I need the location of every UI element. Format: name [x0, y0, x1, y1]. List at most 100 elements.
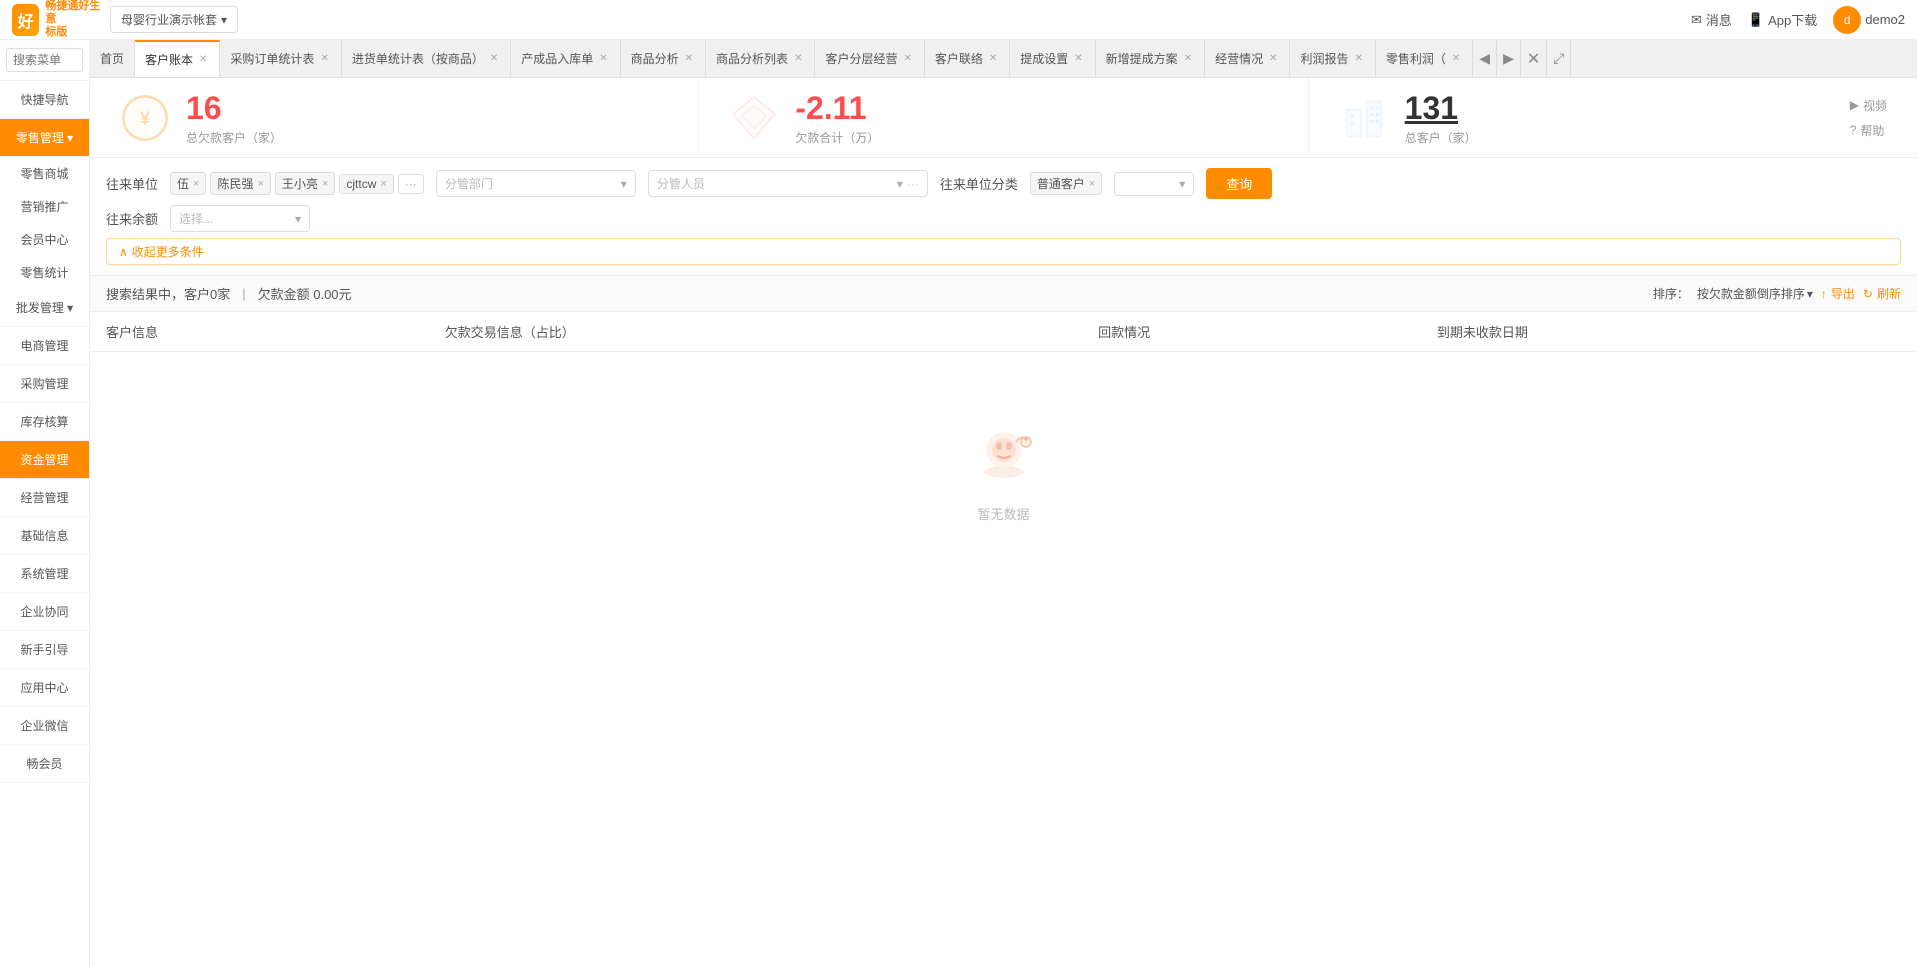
stat-total-customers-info: 131 总客户（家）: [1405, 90, 1477, 146]
search-menu-input[interactable]: [6, 48, 83, 72]
tab-close-product-analysis[interactable]: ✕: [683, 52, 695, 65]
remove-cjttcw-btn[interactable]: ×: [380, 178, 386, 190]
tab-close-promotion-settings[interactable]: ✕: [1072, 52, 1084, 65]
sidebar-item-capital-mgmt[interactable]: 资金管理: [0, 441, 89, 479]
collapse-btn[interactable]: ∧ 收起更多条件: [106, 238, 1901, 265]
app-download-btn[interactable]: 📱 App下载: [1748, 10, 1817, 29]
sidebar-item-retail-mgmt[interactable]: 零售管理 ▾: [0, 119, 89, 157]
refresh-btn[interactable]: ↻ 刷新: [1863, 285, 1901, 302]
chevron-up-icon: ∧: [119, 245, 128, 259]
help-btn[interactable]: ? 帮助: [1850, 122, 1887, 139]
main-layout: 快捷导航 零售管理 ▾ 零售商城 营销推广 会员中心 零售统计 批发管理 ▾ 电…: [0, 40, 1917, 966]
sidebar-item-member-center[interactable]: 会员中心: [0, 223, 89, 256]
tab-operations[interactable]: 经营情况 ✕: [1205, 40, 1290, 78]
result-sort: 排序： 按欠款金额倒序排序 ▾ ↑ 导出 ↻ 刷新: [1653, 285, 1901, 302]
tab-product-analysis-list[interactable]: 商品分析列表 ✕: [706, 40, 815, 78]
category-tag-normal: 普通客户 ×: [1030, 172, 1102, 195]
unit-filter-label: 往来单位: [106, 174, 158, 193]
sidebar-item-system-mgmt[interactable]: 系统管理: [0, 555, 89, 593]
more-unit-tags-btn[interactable]: ···: [398, 174, 424, 194]
svg-text:¥: ¥: [140, 107, 151, 128]
tab-close-all[interactable]: ✕: [1521, 40, 1547, 78]
sidebar-item-operations-mgmt[interactable]: 经营管理: [0, 479, 89, 517]
chevron-down-icon: ▾: [221, 13, 227, 27]
sidebar-item-marketing[interactable]: 营销推广: [0, 190, 89, 223]
tab-home[interactable]: 首页: [90, 40, 135, 78]
tab-product-inbound[interactable]: 产成品入库单 ✕: [511, 40, 620, 78]
tab-purchase-order-stats[interactable]: 采购订单统计表 ✕: [220, 40, 341, 78]
play-icon: ▶: [1850, 98, 1859, 112]
refresh-icon: ↻: [1863, 287, 1873, 301]
sidebar-item-inventory-check[interactable]: 库存核算: [0, 403, 89, 441]
tab-close-profit-report[interactable]: ✕: [1353, 52, 1365, 65]
collapse-area: ∧ 收起更多条件: [106, 238, 1901, 265]
query-button[interactable]: 查询: [1206, 168, 1272, 199]
sidebar-item-app-center[interactable]: 应用中心: [0, 669, 89, 707]
person-filter-select[interactable]: 分管人员 ▾ ···: [648, 170, 928, 197]
tab-customer-accounts[interactable]: 客户账本 ✕: [135, 40, 220, 78]
stat-total-customers-value: 131: [1405, 90, 1477, 127]
sidebar-item-wholesale-mgmt[interactable]: 批发管理 ▾: [0, 289, 89, 327]
sort-select[interactable]: 按欠款金额倒序排序 ▾: [1697, 285, 1813, 302]
unit-tag-wu: 伍 ×: [170, 172, 206, 195]
video-help-btn[interactable]: ▶ 视频: [1850, 97, 1887, 114]
sidebar-item-enterprise-coop[interactable]: 企业协同: [0, 593, 89, 631]
export-btn[interactable]: ↑ 导出: [1821, 285, 1855, 302]
tab-close-purchase-order-stats[interactable]: ✕: [318, 52, 330, 65]
sidebar-item-member[interactable]: 畅会员: [0, 745, 89, 783]
stat-overdue-customers-value: 16: [186, 90, 282, 127]
col-repayment-status: 回款情况: [1082, 312, 1421, 352]
sidebar-item-quick-nav[interactable]: 快捷导航: [0, 81, 89, 119]
result-info-bar: 搜索结果中，客户0家 | 欠款金额 0.00元 排序： 按欠款金额倒序排序 ▾ …: [90, 276, 1917, 312]
tab-profit-report[interactable]: 利润报告 ✕: [1290, 40, 1375, 78]
remove-chen-btn[interactable]: ×: [257, 178, 263, 190]
unit-filter-tags: 伍 × 陈民强 × 王小亮 ×: [170, 172, 424, 195]
tab-customer-contact[interactable]: 客户联络 ✕: [925, 40, 1010, 78]
remove-normal-customer-btn[interactable]: ×: [1089, 178, 1095, 190]
tab-product-analysis[interactable]: 商品分析 ✕: [621, 40, 706, 78]
top-bar: 好 畅捷通好生意 标版 母婴行业演示帐套 ▾ ✉ 消息 📱 App下载 d de…: [0, 0, 1917, 40]
result-count-text: 搜索结果中，客户0家: [106, 284, 230, 303]
sidebar: 快捷导航 零售管理 ▾ 零售商城 营销推广 会员中心 零售统计 批发管理 ▾ 电…: [0, 40, 90, 966]
message-btn[interactable]: ✉ 消息: [1691, 10, 1732, 29]
tab-close-new-promotion-plan[interactable]: ✕: [1182, 52, 1194, 65]
tab-close-inbound-stats[interactable]: ✕: [488, 52, 500, 65]
tab-fullscreen[interactable]: ⤢: [1547, 40, 1571, 78]
stat-overdue-amount-info: -2.11 欠款合计（万）: [795, 90, 879, 146]
sidebar-item-retail-stats[interactable]: 零售统计: [0, 256, 89, 289]
tab-customer-tier[interactable]: 客户分层经营 ✕: [815, 40, 924, 78]
tab-close-operations[interactable]: ✕: [1267, 52, 1279, 65]
category-filter-select[interactable]: ▾: [1114, 172, 1194, 196]
tab-close-customer-contact[interactable]: ✕: [987, 52, 999, 65]
tab-retail-profit[interactable]: 零售利润（ ✕: [1376, 40, 1473, 78]
tab-close-product-analysis-list[interactable]: ✕: [792, 52, 804, 65]
sidebar-item-new-guide[interactable]: 新手引导: [0, 631, 89, 669]
tab-promotion-settings[interactable]: 提成设置 ✕: [1010, 40, 1095, 78]
tab-close-customer-accounts[interactable]: ✕: [197, 53, 209, 66]
user-menu[interactable]: d demo2: [1833, 6, 1905, 34]
tab-nav-next[interactable]: ▶: [1497, 40, 1521, 78]
stat-total-customers: 131 总客户（家） ▶ 视频 ? 帮助: [1309, 78, 1917, 157]
dept-filter-label: 分管部门: [445, 175, 493, 192]
balance-filter-select[interactable]: 选择... ▾: [170, 205, 310, 232]
balance-placeholder: 选择...: [179, 210, 213, 227]
diamond-icon: [729, 93, 779, 143]
tab-close-customer-tier[interactable]: ✕: [901, 52, 913, 65]
tab-nav-prev[interactable]: ◀: [1473, 40, 1497, 78]
tab-inbound-stats[interactable]: 进货单统计表（按商品） ✕: [342, 40, 511, 78]
sidebar-item-retail-mall[interactable]: 零售商城: [0, 157, 89, 190]
remove-wang-btn[interactable]: ×: [322, 178, 328, 190]
tab-close-retail-profit[interactable]: ✕: [1450, 52, 1462, 65]
tab-new-promotion-plan[interactable]: 新增提成方案 ✕: [1096, 40, 1205, 78]
tab-bar: 首页 客户账本 ✕ 采购订单统计表 ✕ 进货单统计表（按商品） ✕ 产成品入库单…: [90, 40, 1917, 78]
sidebar-item-enterprise-wechat[interactable]: 企业微信: [0, 707, 89, 745]
remove-wu-btn[interactable]: ×: [193, 178, 199, 190]
account-dropdown[interactable]: 母婴行业演示帐套 ▾: [110, 6, 238, 33]
dept-filter-select[interactable]: 分管部门 ▾: [436, 170, 636, 197]
sidebar-item-basic-info[interactable]: 基础信息: [0, 517, 89, 555]
sidebar-item-ecommerce-mgmt[interactable]: 电商管理: [0, 327, 89, 365]
tab-close-product-inbound[interactable]: ✕: [597, 52, 609, 65]
sidebar-item-purchase-mgmt[interactable]: 采购管理: [0, 365, 89, 403]
empty-state: 暂无数据: [90, 352, 1917, 563]
table-header-row: 客户信息 欠款交易信息（占比） 回款情况 到期未收款日期: [90, 312, 1917, 352]
